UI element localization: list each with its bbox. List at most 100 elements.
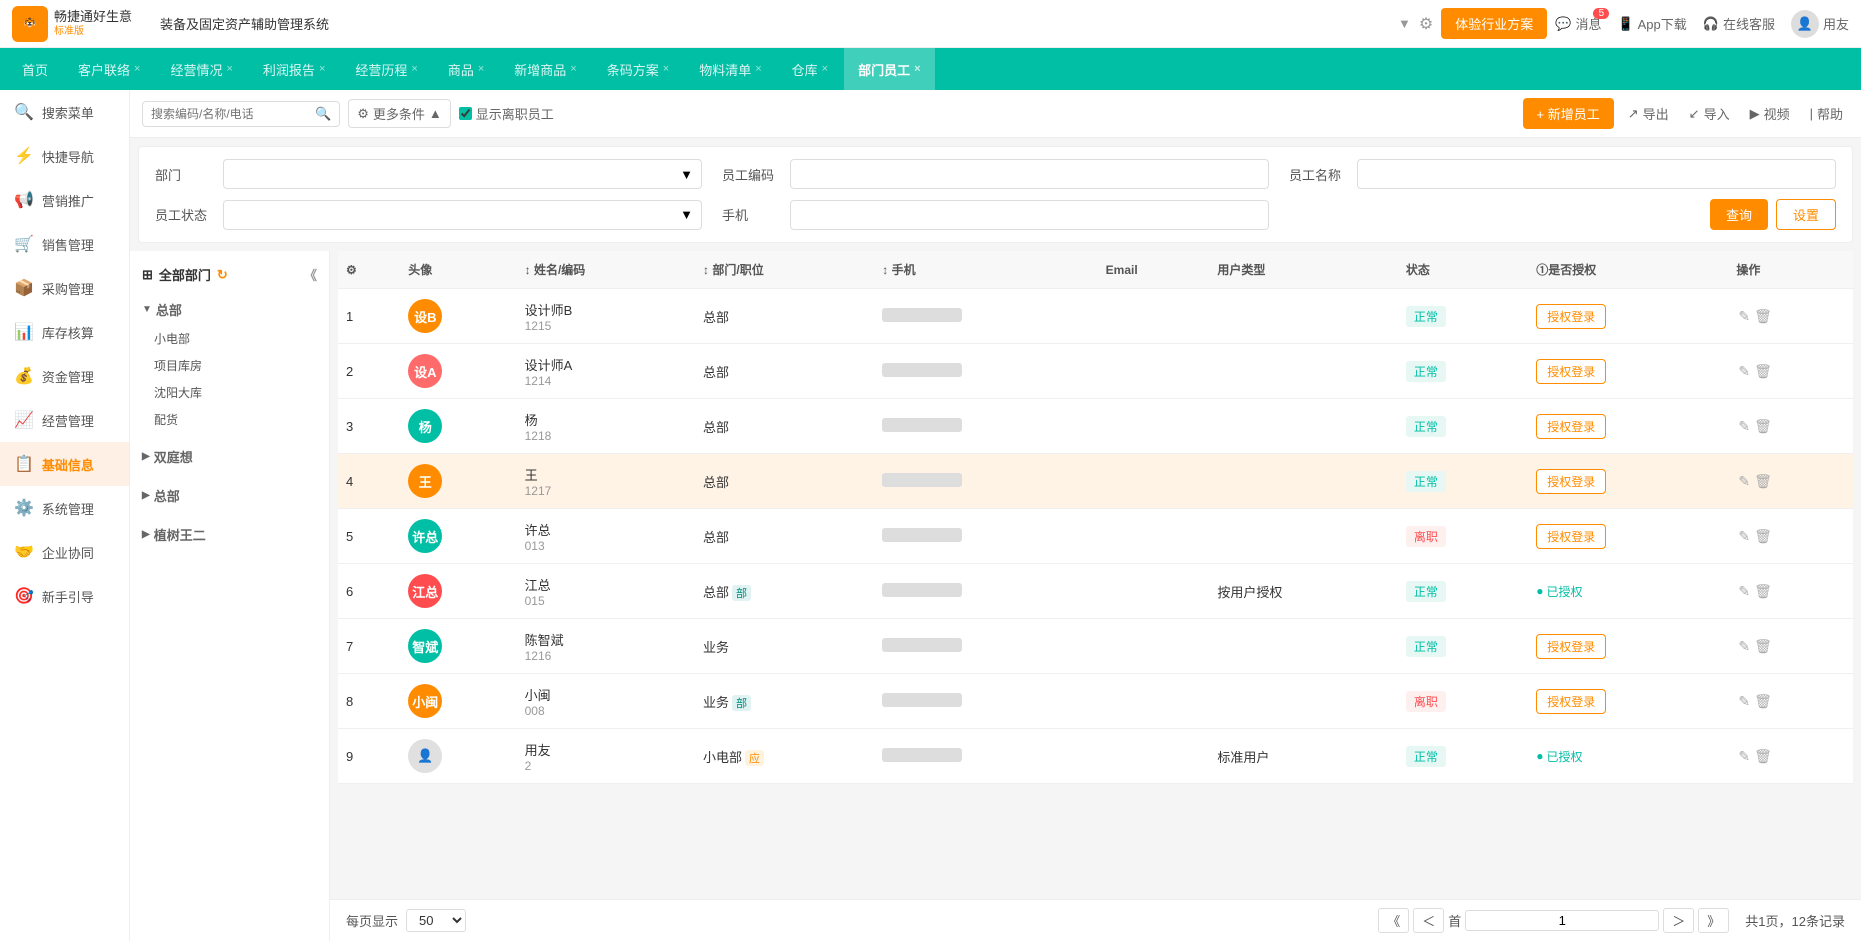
tab-close-icon[interactable]: × xyxy=(914,63,920,75)
more-filter-btn[interactable]: ⚙ 更多条件 ▲ xyxy=(348,99,451,128)
prev-page-btn[interactable]: ＜ xyxy=(1413,908,1444,933)
add-employee-btn[interactable]: + 新增员工 xyxy=(1523,98,1614,129)
navtab-仓库[interactable]: 仓库× xyxy=(778,48,842,90)
edit-icon[interactable]: ✎ xyxy=(1738,473,1750,489)
phone-input[interactable] xyxy=(790,200,1269,230)
leftnav-item-operations[interactable]: 📈经营管理 xyxy=(0,398,129,442)
col-settings[interactable]: ⚙ xyxy=(338,251,400,289)
leftnav-item-purchase[interactable]: 📦采购管理 xyxy=(0,266,129,310)
navtab-经营情况[interactable]: 经营情况× xyxy=(156,48,246,90)
import-btn[interactable]: ↙ 导入 xyxy=(1683,100,1736,127)
tree-child-item[interactable]: 配货 xyxy=(130,406,329,433)
delete-icon[interactable]: 🗑 xyxy=(1754,363,1772,379)
tree-section-header[interactable]: ▶植树王二 xyxy=(130,519,329,550)
per-page-select[interactable]: 50 100 xyxy=(406,909,466,932)
tab-close-icon[interactable]: × xyxy=(226,63,232,75)
show-resigned-label[interactable]: 显示离职员工 xyxy=(459,104,554,123)
leftnav-item-basic-info[interactable]: 📋基础信息 xyxy=(0,442,129,486)
tab-close-icon[interactable]: × xyxy=(570,63,576,75)
leftnav-item-marketing[interactable]: 📢营销推广 xyxy=(0,178,129,222)
auth-btn[interactable]: 授权登录 xyxy=(1536,304,1606,329)
leftnav-item-enterprise[interactable]: 🤝企业协同 xyxy=(0,530,129,574)
leftnav-item-system[interactable]: ⚙️系统管理 xyxy=(0,486,129,530)
delete-icon[interactable]: 🗑 xyxy=(1754,638,1772,654)
edit-icon[interactable]: ✎ xyxy=(1738,583,1750,599)
col-dept[interactable]: ↕ 部门/职位 xyxy=(695,251,874,289)
query-btn[interactable]: 查询 xyxy=(1710,199,1768,230)
emp-code-input[interactable] xyxy=(790,159,1269,189)
next-page-btn[interactable]: ＞ xyxy=(1663,908,1694,933)
tree-section-header[interactable]: ▶总部 xyxy=(130,480,329,511)
set-btn[interactable]: 设置 xyxy=(1776,199,1836,230)
edit-icon[interactable]: ✎ xyxy=(1738,748,1750,764)
delete-icon[interactable]: 🗑 xyxy=(1754,583,1772,599)
dept-select[interactable]: ▼ xyxy=(223,159,702,189)
leftnav-item-sales[interactable]: 🛒销售管理 xyxy=(0,222,129,266)
auth-btn[interactable]: 授权登录 xyxy=(1536,414,1606,439)
settings-icon[interactable]: ⚙ xyxy=(1419,14,1433,34)
user-btn[interactable]: 👤 用友 xyxy=(1791,10,1849,38)
emp-status-select[interactable]: ▼ xyxy=(223,200,702,230)
message-btn[interactable]: 💬 消息 5 xyxy=(1555,14,1601,33)
tree-child-item[interactable]: 小电部 xyxy=(130,325,329,352)
first-page-btn[interactable]: 《 xyxy=(1378,908,1409,933)
delete-icon[interactable]: 🗑 xyxy=(1754,308,1772,324)
auth-btn[interactable]: 授权登录 xyxy=(1536,689,1606,714)
edit-icon[interactable]: ✎ xyxy=(1738,418,1750,434)
navtab-新增商品[interactable]: 新增商品× xyxy=(500,48,590,90)
delete-icon[interactable]: 🗑 xyxy=(1754,748,1772,764)
delete-icon[interactable]: 🗑 xyxy=(1754,418,1772,434)
navtab-条码方案[interactable]: 条码方案× xyxy=(593,48,683,90)
navtab-首页[interactable]: 首页 xyxy=(8,48,62,90)
leftnav-item-guide[interactable]: 🎯新手引导 xyxy=(0,574,129,618)
edit-icon[interactable]: ✎ xyxy=(1738,693,1750,709)
delete-icon[interactable]: 🗑 xyxy=(1754,473,1772,489)
auth-btn[interactable]: 授权登录 xyxy=(1536,359,1606,384)
leftnav-item-finance[interactable]: 💰资金管理 xyxy=(0,354,129,398)
online-service-btn[interactable]: 🎧 在线客服 xyxy=(1703,14,1775,33)
dropdown-icon[interactable]: ▼ xyxy=(1398,16,1411,31)
delete-icon[interactable]: 🗑 xyxy=(1754,528,1772,544)
col-name[interactable]: ↕ 姓名/编码 xyxy=(517,251,695,289)
tab-close-icon[interactable]: × xyxy=(755,63,761,75)
collapse-icon[interactable]: 《 xyxy=(304,265,317,284)
navtab-部门员工[interactable]: 部门员工× xyxy=(844,48,934,90)
refresh-icon[interactable]: ↻ xyxy=(217,267,228,283)
trial-btn[interactable]: 体验行业方案 xyxy=(1441,8,1547,39)
edit-icon[interactable]: ✎ xyxy=(1738,308,1750,324)
last-page-btn[interactable]: 》 xyxy=(1698,908,1729,933)
search-box[interactable]: 🔍 xyxy=(142,101,340,127)
tree-child-item[interactable]: 项目库房 xyxy=(130,352,329,379)
tree-child-item[interactable]: 沈阳大库 xyxy=(130,379,329,406)
navtab-物料清单[interactable]: 物料清单× xyxy=(685,48,775,90)
delete-icon[interactable]: 🗑 xyxy=(1754,693,1772,709)
tab-close-icon[interactable]: × xyxy=(411,63,417,75)
tab-close-icon[interactable]: × xyxy=(478,63,484,75)
navtab-商品[interactable]: 商品× xyxy=(434,48,498,90)
auth-btn[interactable]: 授权登录 xyxy=(1536,634,1606,659)
navtab-利润报告[interactable]: 利润报告× xyxy=(249,48,339,90)
tree-section-header[interactable]: ▶双庭想 xyxy=(130,441,329,472)
emp-name-input[interactable] xyxy=(1357,159,1836,189)
tab-close-icon[interactable]: × xyxy=(663,63,669,75)
help-btn[interactable]: | 帮助 xyxy=(1804,100,1849,127)
export-btn[interactable]: ↗ 导出 xyxy=(1622,100,1675,127)
edit-icon[interactable]: ✎ xyxy=(1738,638,1750,654)
auth-btn[interactable]: 授权登录 xyxy=(1536,524,1606,549)
edit-icon[interactable]: ✎ xyxy=(1738,528,1750,544)
auth-btn[interactable]: 授权登录 xyxy=(1536,469,1606,494)
current-page-input[interactable] xyxy=(1465,910,1659,931)
navtab-客户联络[interactable]: 客户联络× xyxy=(64,48,154,90)
edit-icon[interactable]: ✎ xyxy=(1738,363,1750,379)
tab-close-icon[interactable]: × xyxy=(319,63,325,75)
view-btn[interactable]: ▶ 视频 xyxy=(1744,100,1796,127)
tab-close-icon[interactable]: × xyxy=(134,63,140,75)
navtab-经营历程[interactable]: 经营历程× xyxy=(341,48,431,90)
app-download-btn[interactable]: 📱 App下载 xyxy=(1617,14,1686,33)
tree-section-header[interactable]: ▼总部 xyxy=(130,294,329,325)
search-input[interactable] xyxy=(151,107,311,121)
leftnav-item-quick-nav[interactable]: ⚡快捷导航 xyxy=(0,134,129,178)
col-phone[interactable]: ↕ 手机 xyxy=(874,251,1097,289)
tab-close-icon[interactable]: × xyxy=(822,63,828,75)
leftnav-item-inventory[interactable]: 📊库存核算 xyxy=(0,310,129,354)
